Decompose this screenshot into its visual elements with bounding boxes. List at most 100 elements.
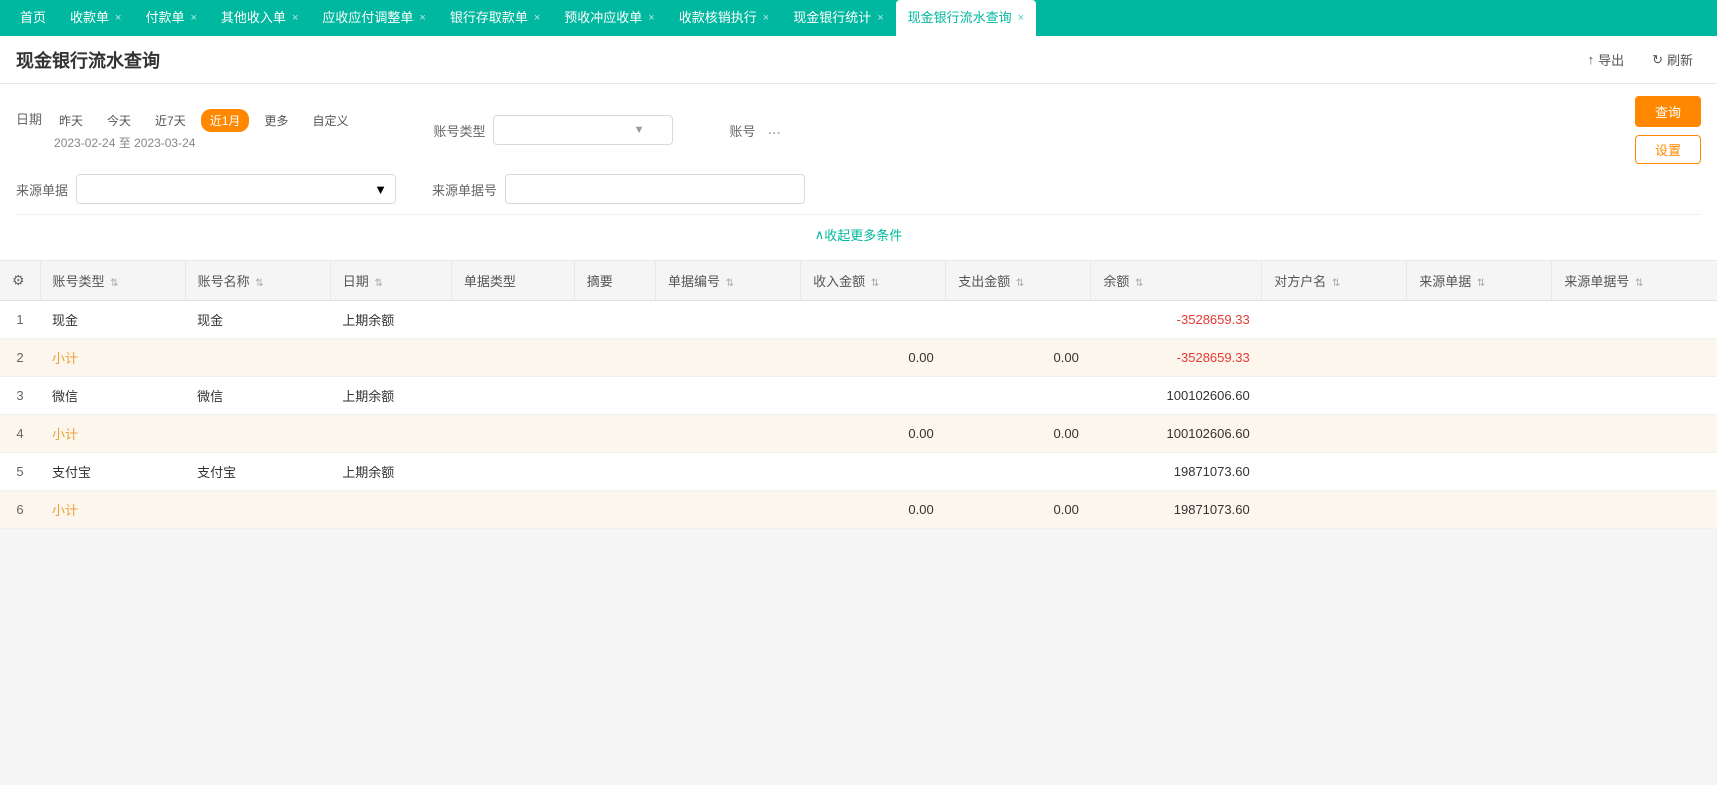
row-expense — [946, 301, 1091, 339]
nav-flow-query-label: 现金银行流水查询 — [908, 0, 1012, 36]
nav-other-income-label: 其他收入单 — [221, 0, 286, 36]
refresh-button[interactable]: ↻ 刷新 — [1644, 46, 1701, 73]
nav-adjustment-close[interactable]: × — [419, 0, 425, 36]
row-expense: 0.00 — [946, 415, 1091, 453]
date-filter: 日期 昨天 今天 近7天 近1月 更多 自定义 2023-02-24 至 202… — [16, 109, 357, 151]
table-header-row: ⚙ 账号类型 ⇅ 账号名称 ⇅ 日期 ⇅ 单据类型 摘要 单据编号 ⇅ 收入金额… — [0, 261, 1717, 301]
row-income: 0.00 — [801, 339, 946, 377]
date-label: 日期 — [16, 109, 42, 128]
action-buttons: 查询 设置 — [1635, 96, 1701, 164]
nav-adjustment[interactable]: 应收应付调整单 × — [310, 0, 437, 36]
nav-bank-deposit-close[interactable]: × — [534, 0, 540, 36]
nav-flow-query[interactable]: 现金银行流水查询 × — [896, 0, 1036, 36]
nav-receipts-close[interactable]: × — [115, 0, 121, 36]
date-btn-yesterday[interactable]: 昨天 — [50, 109, 92, 132]
row-summary — [574, 415, 655, 453]
source-voucher-no-label: 来源单据号 — [432, 180, 497, 199]
row-income — [801, 453, 946, 491]
source-voucher-no-input[interactable] — [505, 174, 805, 204]
date-btn-custom[interactable]: 自定义 — [303, 109, 357, 132]
source-voucher-select[interactable]: ▼ — [76, 174, 396, 204]
sort-icon-income: ⇅ — [871, 278, 879, 289]
sort-icon-source-voucher: ⇅ — [1477, 278, 1485, 289]
nav-payments-close[interactable]: × — [190, 0, 196, 36]
col-source-voucher[interactable]: 来源单据 ⇅ — [1407, 261, 1552, 301]
nav-home[interactable]: 首页 — [8, 0, 58, 36]
gear-icon[interactable]: ⚙ — [12, 272, 25, 288]
nav-other-income[interactable]: 其他收入单 × — [209, 0, 310, 36]
row-account-name: 现金 — [185, 301, 330, 339]
row-expense: 0.00 — [946, 339, 1091, 377]
col-voucher-no[interactable]: 单据编号 ⇅ — [656, 261, 801, 301]
row-account-type: 支付宝 — [40, 453, 185, 491]
nav-other-income-close[interactable]: × — [292, 0, 298, 36]
row-balance: 100102606.60 — [1091, 377, 1262, 415]
sort-icon-balance: ⇅ — [1135, 278, 1143, 289]
col-summary: 摘要 — [574, 261, 655, 301]
row-income: 0.00 — [801, 491, 946, 529]
row-income — [801, 377, 946, 415]
nav-prepayment-label: 预收冲应收单 — [564, 0, 642, 36]
row-income: 0.00 — [801, 415, 946, 453]
row-balance: 19871073.60 — [1091, 491, 1262, 529]
account-type-arrow: ▼ — [634, 124, 645, 136]
collapse-arrow-icon: ∧ — [815, 227, 825, 243]
sort-icon-expense: ⇅ — [1016, 278, 1024, 289]
date-btn-today[interactable]: 今天 — [98, 109, 140, 132]
row-summary — [574, 491, 655, 529]
row-account-name — [185, 415, 330, 453]
col-income[interactable]: 收入金额 ⇅ — [801, 261, 946, 301]
query-button[interactable]: 查询 — [1635, 96, 1701, 127]
nav-receipts[interactable]: 收款单 × — [58, 0, 133, 36]
nav-stats-close[interactable]: × — [877, 0, 883, 36]
date-btn-more[interactable]: 更多 — [255, 109, 297, 132]
export-button[interactable]: ↑ 导出 — [1580, 46, 1633, 73]
table-body: 1 现金 现金 上期余额 -3528659.33 2 小计 0.00 0.00 … — [0, 301, 1717, 529]
nav-payments[interactable]: 付款单 × — [133, 0, 208, 36]
nav-prepayment[interactable]: 预收冲应收单 × — [552, 0, 666, 36]
nav-bank-deposit[interactable]: 银行存取款单 × — [438, 0, 552, 36]
nav-verify-close[interactable]: × — [763, 0, 769, 36]
table-row: 2 小计 0.00 0.00 -3528659.33 — [0, 339, 1717, 377]
col-date[interactable]: 日期 ⇅ — [330, 261, 451, 301]
row-num: 2 — [0, 339, 40, 377]
collapse-button[interactable]: ∧ 收起更多条件 — [811, 221, 907, 248]
account-dots[interactable]: ... — [763, 117, 784, 143]
col-account-type[interactable]: 账号类型 ⇅ — [40, 261, 185, 301]
col-account-name[interactable]: 账号名称 ⇅ — [185, 261, 330, 301]
row-source-voucher-no — [1552, 415, 1717, 453]
row-summary — [574, 301, 655, 339]
date-btn-7days[interactable]: 近7天 — [146, 109, 195, 132]
col-balance[interactable]: 余额 ⇅ — [1091, 261, 1262, 301]
date-btn-1month[interactable]: 近1月 — [201, 109, 250, 132]
row-balance: 19871073.60 — [1091, 453, 1262, 491]
row-num: 3 — [0, 377, 40, 415]
row-account-type: 小计 — [40, 339, 185, 377]
table-container: ⚙ 账号类型 ⇅ 账号名称 ⇅ 日期 ⇅ 单据类型 摘要 单据编号 ⇅ 收入金额… — [0, 261, 1717, 529]
date-options: 昨天 今天 近7天 近1月 更多 自定义 — [50, 109, 357, 132]
row-account-name — [185, 339, 330, 377]
nav-flow-query-close[interactable]: × — [1018, 0, 1024, 36]
settings-button[interactable]: 设置 — [1635, 135, 1701, 164]
row-balance: 100102606.60 — [1091, 415, 1262, 453]
row-summary — [574, 339, 655, 377]
row-voucher-no — [656, 491, 801, 529]
row-num: 6 — [0, 491, 40, 529]
row-account-name: 支付宝 — [185, 453, 330, 491]
table-row: 4 小计 0.00 0.00 100102606.60 — [0, 415, 1717, 453]
filter-row-2: 来源单据 ▼ 来源单据号 — [16, 174, 1701, 204]
sort-icon-account-type: ⇅ — [110, 278, 118, 289]
col-expense[interactable]: 支出金额 ⇅ — [946, 261, 1091, 301]
source-voucher-label: 来源单据 — [16, 180, 68, 199]
col-gear[interactable]: ⚙ — [0, 261, 40, 301]
sort-icon-counterpart: ⇅ — [1332, 278, 1340, 289]
nav-stats[interactable]: 现金银行统计 × — [781, 0, 895, 36]
row-counterpart — [1262, 415, 1407, 453]
table-row: 3 微信 微信 上期余额 100102606.60 — [0, 377, 1717, 415]
account-type-select[interactable]: ▼ — [493, 115, 673, 145]
nav-prepayment-close[interactable]: × — [648, 0, 654, 36]
nav-verify[interactable]: 收款核销执行 × — [667, 0, 781, 36]
row-source-voucher — [1407, 377, 1552, 415]
col-counterpart[interactable]: 对方户名 ⇅ — [1262, 261, 1407, 301]
col-source-voucher-no[interactable]: 来源单据号 ⇅ — [1552, 261, 1717, 301]
